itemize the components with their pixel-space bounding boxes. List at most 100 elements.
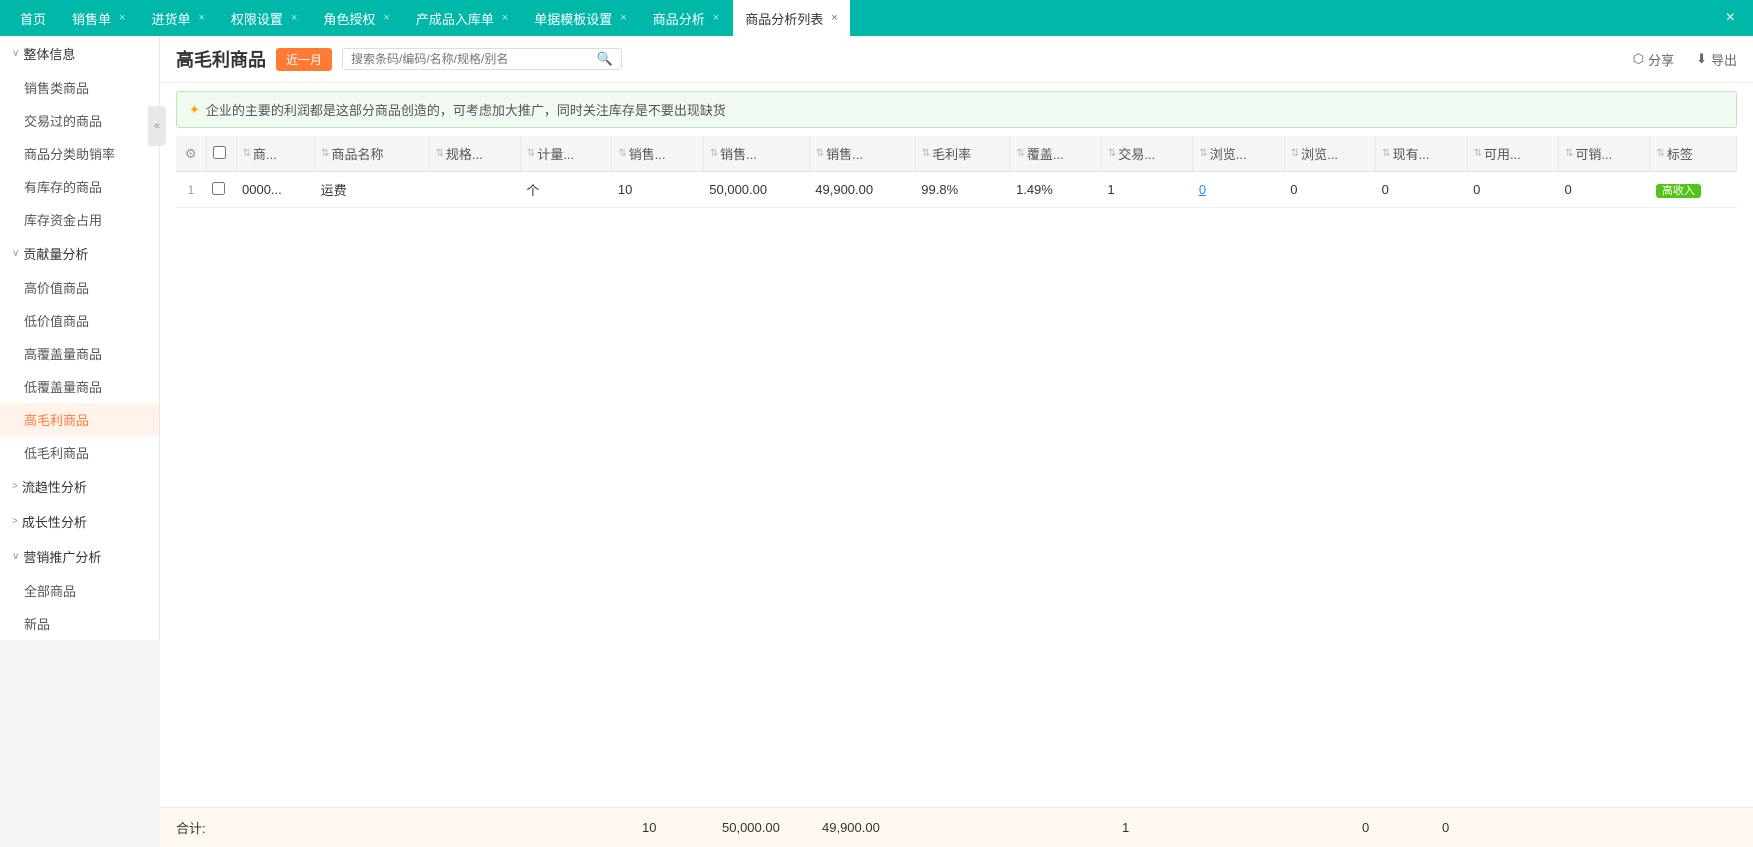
- share-btn[interactable]: ⬡ 分享: [1633, 50, 1674, 69]
- sidebar-item-1-0[interactable]: 高价值商品: [0, 271, 159, 304]
- group-label-0: 整体信息: [23, 44, 75, 63]
- col-header-unit[interactable]: ⇅计量...: [520, 136, 611, 172]
- col-header-sales_qty[interactable]: ⇅销售...: [612, 136, 703, 172]
- sidebar-group-4[interactable]: ∨ 营销推广分析: [0, 539, 159, 574]
- col-label-code: 商...: [253, 144, 277, 163]
- footer-stock-now: 0: [1356, 820, 1436, 835]
- nav-close-5[interactable]: ×: [502, 12, 508, 24]
- footer-sales-amount: 50,000.00: [716, 820, 816, 835]
- sidebar-group-1[interactable]: ∨ 贡献量分析: [0, 236, 159, 271]
- col-label-sales_qty: 销售...: [629, 144, 666, 163]
- row-checkbox-0[interactable]: [212, 182, 225, 195]
- sidebar-item-4-1[interactable]: 新品: [0, 607, 159, 640]
- sidebar-item-1-3[interactable]: 低覆盖量商品: [0, 370, 159, 403]
- cell-code: 0000...: [236, 172, 315, 208]
- group-arrow-2: >: [12, 481, 18, 492]
- group-arrow-1: ∨: [12, 248, 19, 259]
- nav-close-2[interactable]: ×: [198, 12, 204, 24]
- group-label-4: 营销推广分析: [23, 547, 101, 566]
- cell-checkbox: [206, 172, 236, 208]
- search-input[interactable]: [351, 52, 593, 66]
- nav-close-7[interactable]: ×: [713, 12, 719, 24]
- nav-close-1[interactable]: ×: [119, 12, 125, 24]
- col-header-sellable[interactable]: ⇅可销...: [1559, 136, 1650, 172]
- col-header-browse2[interactable]: ⇅浏览...: [1284, 136, 1375, 172]
- col-header-available[interactable]: ⇅可用...: [1467, 136, 1558, 172]
- footer-total-bar: 合计: 10 50,000.00 49,900.00 1 0 0: [160, 807, 1753, 847]
- sort-icon-browse1: ⇅: [1199, 148, 1207, 159]
- sidebar-item-1-5[interactable]: 低毛利商品: [0, 436, 159, 469]
- nav-close-3[interactable]: ×: [291, 12, 297, 24]
- group-label-1: 贡献量分析: [23, 244, 88, 263]
- col-header-coverage[interactable]: ⇅覆盖...: [1010, 136, 1101, 172]
- export-btn[interactable]: ⬇ 导出: [1696, 50, 1737, 69]
- col-label-unit: 计量...: [537, 144, 574, 163]
- nav-item-8[interactable]: 商品分析列表×: [733, 0, 849, 36]
- filter-month-btn[interactable]: 近一月: [276, 48, 332, 71]
- col-label-name: 商品名称: [331, 144, 383, 163]
- col-label-sales_profit: 销售...: [826, 144, 863, 163]
- sidebar-collapse-btn[interactable]: «: [148, 106, 166, 146]
- sort-icon-sales_profit: ⇅: [816, 148, 824, 159]
- nav-item-7[interactable]: 商品分析×: [641, 0, 731, 36]
- group-arrow-4: ∨: [12, 551, 19, 562]
- col-header-sales_amount[interactable]: ⇅销售...: [703, 136, 809, 172]
- cell-tag: 高收入: [1650, 172, 1737, 208]
- nav-item-5[interactable]: 产成品入库单×: [404, 0, 520, 36]
- sort-icon-sellable: ⇅: [1565, 148, 1573, 159]
- tag-badge: 高收入: [1656, 184, 1701, 198]
- sidebar-item-1-2[interactable]: 高覆盖量商品: [0, 337, 159, 370]
- sidebar-item-0-1[interactable]: 交易过的商品: [0, 104, 159, 137]
- col-label-tag: 标签: [1667, 144, 1693, 163]
- sort-icon-browse2: ⇅: [1291, 148, 1299, 159]
- table-container: ⚙⇅商...⇅商品名称⇅规格...⇅计量...⇅销售...⇅销售...⇅销售..…: [160, 136, 1753, 807]
- nav-item-0[interactable]: 首页: [8, 0, 58, 36]
- sidebar-item-0-4[interactable]: 库存资金占用: [0, 203, 159, 236]
- nav-item-2[interactable]: 进货单×: [139, 0, 216, 36]
- window-close-btn[interactable]: ×: [1716, 9, 1745, 27]
- sidebar-item-0-3[interactable]: 有库存的商品: [0, 170, 159, 203]
- top-nav: 首页销售单×进货单×权限设置×角色授权×产成品入库单×单据模板设置×商品分析×商…: [0, 0, 1753, 36]
- sidebar-item-0-2[interactable]: 商品分类助销率: [0, 137, 159, 170]
- col-header-gross_margin[interactable]: ⇅毛利率: [915, 136, 1010, 172]
- nav-close-8[interactable]: ×: [831, 12, 837, 24]
- sidebar: ∨整体信息销售类商品交易过的商品商品分类助销率有库存的商品库存资金占用∨贡献量分…: [0, 36, 160, 640]
- sidebar-item-1-4[interactable]: 高毛利商品: [0, 403, 159, 436]
- notice-icon: ✦: [189, 102, 200, 118]
- col-header-stock_now[interactable]: ⇅现有...: [1376, 136, 1467, 172]
- settings-icon: ⚙: [176, 136, 206, 172]
- cell-spec: [429, 172, 520, 208]
- sort-icon-code: ⇅: [243, 148, 251, 159]
- search-icon[interactable]: 🔍: [597, 51, 613, 67]
- col-header-tag[interactable]: ⇅标签: [1650, 136, 1737, 172]
- col-label-coverage: 覆盖...: [1027, 144, 1064, 163]
- sidebar-item-0-0[interactable]: 销售类商品: [0, 71, 159, 104]
- cell-gross_margin: 99.8%: [915, 172, 1010, 208]
- sidebar-item-1-1[interactable]: 低价值商品: [0, 304, 159, 337]
- sort-icon-sales_qty: ⇅: [618, 148, 626, 159]
- sort-icon-available: ⇅: [1474, 148, 1482, 159]
- cell-coverage: 1.49%: [1010, 172, 1101, 208]
- sort-icon-sales_amount: ⇅: [710, 148, 718, 159]
- col-header-transaction[interactable]: ⇅交易...: [1101, 136, 1192, 172]
- col-header-spec[interactable]: ⇅规格...: [429, 136, 520, 172]
- col-header-browse1[interactable]: ⇅浏览...: [1193, 136, 1284, 172]
- nav-close-4[interactable]: ×: [383, 12, 389, 24]
- sidebar-group-3[interactable]: >成长性分析: [0, 504, 159, 539]
- app-container: 首页销售单×进货单×权限设置×角色授权×产成品入库单×单据模板设置×商品分析×商…: [0, 0, 1753, 847]
- footer-sales-profit: 49,900.00: [816, 820, 916, 835]
- sidebar-item-4-0[interactable]: 全部商品: [0, 574, 159, 607]
- cell-browse1[interactable]: 0: [1193, 172, 1284, 208]
- cell-name: 运费: [315, 172, 429, 208]
- col-header-sales_profit[interactable]: ⇅销售...: [809, 136, 915, 172]
- nav-item-6[interactable]: 单据模板设置×: [522, 0, 638, 36]
- nav-close-6[interactable]: ×: [620, 12, 626, 24]
- nav-item-1[interactable]: 销售单×: [60, 0, 137, 36]
- nav-item-3[interactable]: 权限设置×: [219, 0, 309, 36]
- sidebar-group-0[interactable]: ∨整体信息: [0, 36, 159, 71]
- sidebar-group-2[interactable]: >流趋性分析: [0, 469, 159, 504]
- nav-item-4[interactable]: 角色授权×: [311, 0, 401, 36]
- col-header-name[interactable]: ⇅商品名称: [315, 136, 429, 172]
- select-all-checkbox[interactable]: [213, 146, 226, 159]
- col-header-code[interactable]: ⇅商...: [236, 136, 315, 172]
